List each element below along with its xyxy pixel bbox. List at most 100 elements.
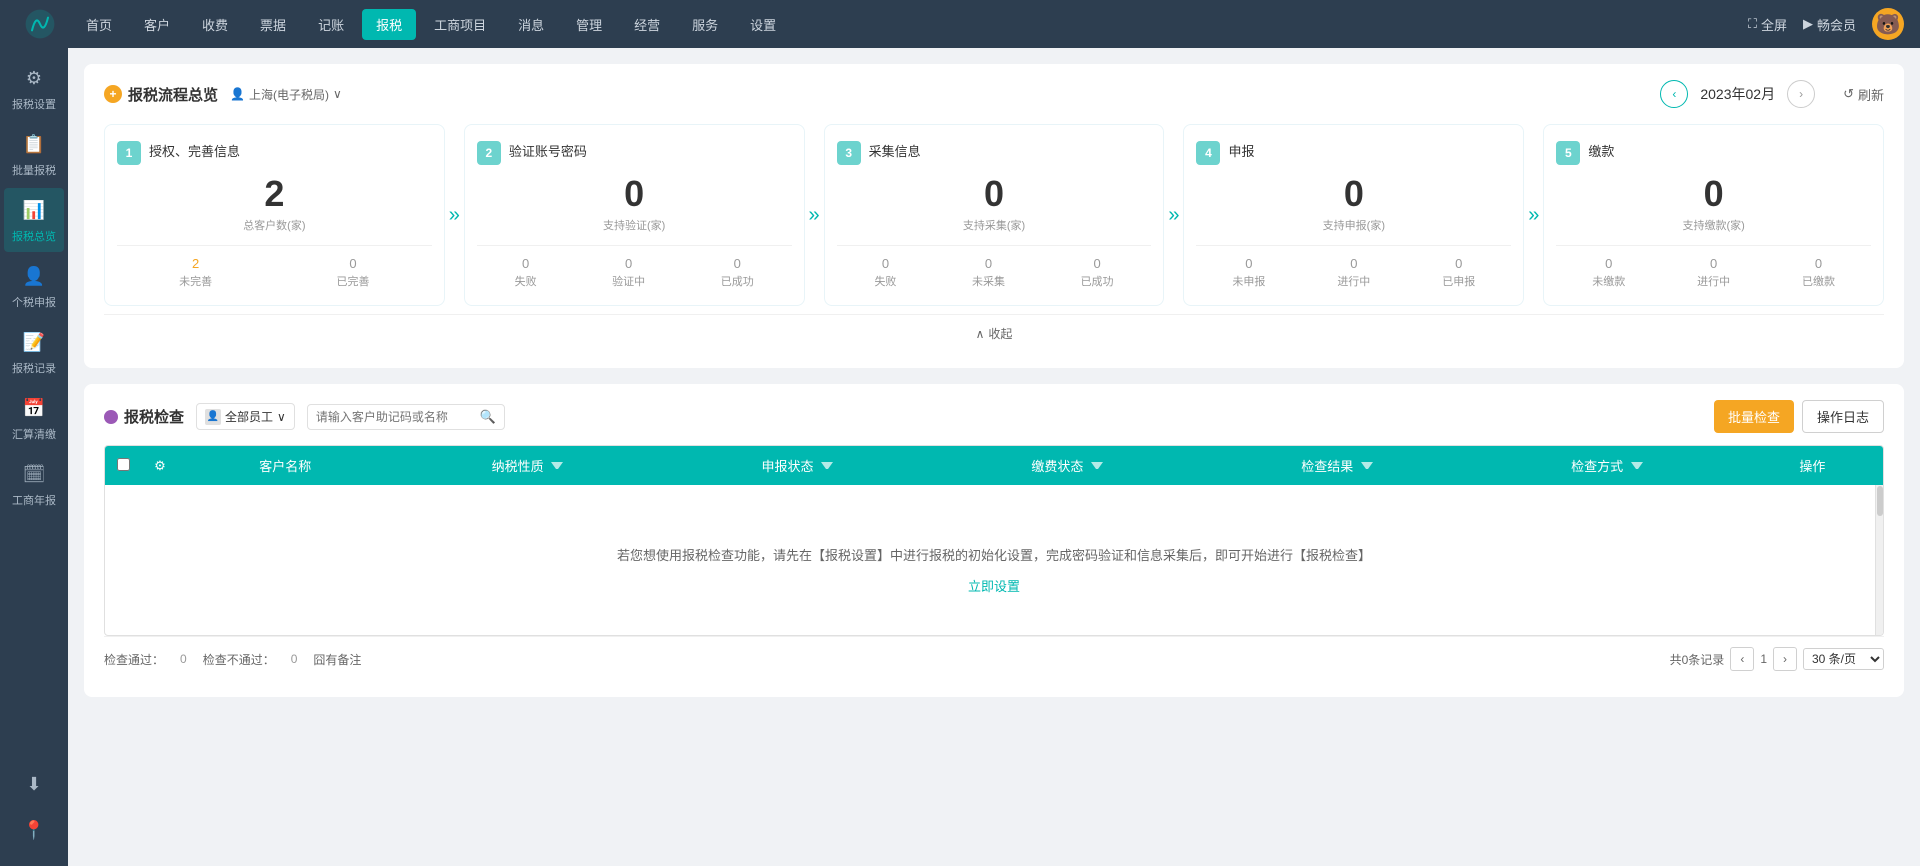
staff-selector[interactable]: 👤 全部员工 ∨ bbox=[196, 403, 295, 430]
filter-icon[interactable] bbox=[1361, 462, 1373, 474]
sidebar-item-location[interactable]: 📍 bbox=[4, 808, 64, 852]
fail-label: 检查不通过： bbox=[203, 651, 275, 668]
flow-card-step-5: 5 缴款 0 支持缴款(家) 0 未缴款 0 进行中 0 已缴款 bbox=[1543, 124, 1884, 306]
sidebar-item-tax-records[interactable]: 📝 报税记录 bbox=[4, 320, 64, 384]
settlement-icon: 📅 bbox=[20, 394, 48, 422]
card-stats: 0 未申报 0 进行中 0 已申报 bbox=[1196, 245, 1511, 289]
staff-icon: 👤 bbox=[205, 409, 221, 425]
pass-count[interactable]: 0 bbox=[180, 652, 187, 666]
table-empty-message: 若您想使用报税检查功能，请先在【报税设置】中进行报税的初始化设置，完成密码验证和… bbox=[105, 485, 1883, 635]
action-buttons: 批量检查 操作日志 bbox=[1714, 400, 1884, 433]
refresh-button[interactable]: ↺ 刷新 bbox=[1843, 85, 1884, 104]
next-month-button[interactable]: › bbox=[1787, 80, 1815, 108]
stat-value: 0 bbox=[1337, 256, 1370, 271]
location-icon: 📍 bbox=[20, 816, 48, 844]
flow-cards: 1 授权、完善信息 2 总客户数(家) 2 未完善 0 已完善 » 2 验证账号… bbox=[104, 124, 1884, 306]
stat-label: 未缴款 bbox=[1592, 273, 1625, 289]
step-badge: 1 bbox=[117, 141, 141, 165]
play-icon: ▶ bbox=[1803, 16, 1813, 32]
payment-status-header: 缴费状态 bbox=[932, 446, 1202, 485]
card-count: 0 bbox=[1556, 173, 1871, 215]
nav-item-记账[interactable]: 记账 bbox=[304, 9, 358, 40]
fullscreen-button[interactable]: ⛶ 全屏 bbox=[1748, 15, 1787, 34]
stat-value: 0 bbox=[972, 256, 1005, 271]
nav-items: 首页客户收费票据记账报税工商项目消息管理经营服务设置 bbox=[72, 9, 1748, 40]
member-button[interactable]: ▶ 畅会员 bbox=[1803, 15, 1856, 34]
card-stats: 0 失败 0 验证中 0 已成功 bbox=[477, 245, 792, 289]
card-subtitle: 支持采集(家) bbox=[837, 217, 1152, 233]
select-all-checkbox[interactable] bbox=[117, 458, 130, 471]
stat-value: 0 bbox=[612, 256, 645, 271]
filter-icon[interactable] bbox=[821, 462, 833, 474]
fail-count[interactable]: 0 bbox=[291, 652, 298, 666]
collapse-button[interactable]: ∧ 收起 bbox=[104, 314, 1884, 352]
nav-item-经营[interactable]: 经营 bbox=[620, 9, 674, 40]
refresh-icon: ↺ bbox=[1843, 86, 1854, 102]
stat-label: 已申报 bbox=[1442, 273, 1475, 289]
left-sidebar: ⚙ 报税设置 📋 批量报税 📊 报税总览 👤 个税申报 📝 报税记录 📅 汇算清… bbox=[0, 48, 68, 866]
search-input[interactable] bbox=[316, 410, 476, 424]
card-header: 3 采集信息 bbox=[837, 141, 1152, 165]
nav-item-管理[interactable]: 管理 bbox=[562, 9, 616, 40]
personal-filing-icon: 👤 bbox=[20, 262, 48, 290]
filter-icon[interactable] bbox=[551, 462, 563, 474]
nav-item-首页[interactable]: 首页 bbox=[72, 9, 126, 40]
stat-value: 0 bbox=[515, 256, 537, 271]
card-count: 0 bbox=[837, 173, 1152, 215]
sidebar-label-tax-records: 报税记录 bbox=[12, 360, 56, 376]
overview-title: + 报税流程总览 bbox=[104, 84, 218, 105]
per-page-select[interactable]: 30 条/页 50 条/页 100 条/页 bbox=[1803, 648, 1884, 670]
avatar[interactable]: 🐻 bbox=[1872, 8, 1904, 40]
nav-item-消息[interactable]: 消息 bbox=[504, 9, 558, 40]
next-page-button[interactable]: › bbox=[1773, 647, 1797, 671]
immediate-setup-link[interactable]: 立即设置 bbox=[968, 579, 1020, 594]
date-navigation: ‹ 2023年02月 › bbox=[1660, 80, 1815, 108]
stat-item: 0 未申报 bbox=[1232, 256, 1265, 289]
total-records: 共0条记录 bbox=[1670, 651, 1725, 668]
stat-value: 0 bbox=[1081, 256, 1114, 271]
sidebar-item-batch-tax[interactable]: 📋 批量报税 bbox=[4, 122, 64, 186]
sidebar-label-settlement: 汇算清缴 bbox=[12, 426, 56, 442]
card-stats: 0 未缴款 0 进行中 0 已缴款 bbox=[1556, 245, 1871, 289]
sidebar-item-tax-overview[interactable]: 📊 报税总览 bbox=[4, 188, 64, 252]
location-tag[interactable]: 👤 上海(电子税局) ∨ bbox=[230, 86, 342, 103]
tax-check-section: 报税检查 👤 全部员工 ∨ 🔍 批量检查 操作日志 bbox=[84, 384, 1904, 697]
sidebar-item-tax-settings[interactable]: ⚙ 报税设置 bbox=[4, 56, 64, 120]
annual-report-icon: 🗓 bbox=[20, 460, 48, 488]
settings-icon[interactable]: ⚙ bbox=[154, 458, 166, 473]
flow-arrow-3: » bbox=[1164, 124, 1183, 306]
purple-dot-icon bbox=[104, 410, 118, 424]
search-icon[interactable]: 🔍 bbox=[480, 409, 496, 425]
card-title: 授权、完善信息 bbox=[149, 141, 240, 160]
filter-icon[interactable] bbox=[1091, 462, 1103, 474]
step-badge: 3 bbox=[837, 141, 861, 165]
stat-value: 0 bbox=[721, 256, 754, 271]
pass-label: 检查通过： bbox=[104, 651, 164, 668]
nav-item-设置[interactable]: 设置 bbox=[736, 9, 790, 40]
sidebar-item-download[interactable]: ⬇ bbox=[4, 762, 64, 806]
prev-page-button[interactable]: ‹ bbox=[1730, 647, 1754, 671]
operation-log-button[interactable]: 操作日志 bbox=[1802, 400, 1884, 433]
pagination: 共0条记录 ‹ 1 › 30 条/页 50 条/页 100 条/页 bbox=[1670, 647, 1884, 671]
sidebar-item-settlement[interactable]: 📅 汇算清缴 bbox=[4, 386, 64, 450]
batch-check-button[interactable]: 批量检查 bbox=[1714, 400, 1794, 433]
nav-item-服务[interactable]: 服务 bbox=[678, 9, 732, 40]
tax-settings-icon: ⚙ bbox=[20, 64, 48, 92]
nav-item-客户[interactable]: 客户 bbox=[130, 9, 184, 40]
nav-item-收费[interactable]: 收费 bbox=[188, 9, 242, 40]
sidebar-item-annual-report[interactable]: 🗓 工商年报 bbox=[4, 452, 64, 516]
nav-item-工商项目[interactable]: 工商项目 bbox=[420, 9, 500, 40]
filter-icon[interactable] bbox=[1631, 462, 1643, 474]
prev-month-button[interactable]: ‹ bbox=[1660, 80, 1688, 108]
nav-item-报税[interactable]: 报税 bbox=[362, 9, 416, 40]
nav-item-票据[interactable]: 票据 bbox=[246, 9, 300, 40]
card-count: 2 bbox=[117, 173, 432, 215]
stat-label: 未申报 bbox=[1232, 273, 1265, 289]
stat-label: 失败 bbox=[515, 273, 537, 289]
stat-item: 0 已申报 bbox=[1442, 256, 1475, 289]
sidebar-label-tax-settings: 报税设置 bbox=[12, 96, 56, 112]
sidebar-item-personal-filing[interactable]: 👤 个税申报 bbox=[4, 254, 64, 318]
current-month: 2023年02月 bbox=[1700, 84, 1775, 104]
card-stats: 2 未完善 0 已完善 bbox=[117, 245, 432, 289]
stat-item: 0 验证中 bbox=[612, 256, 645, 289]
